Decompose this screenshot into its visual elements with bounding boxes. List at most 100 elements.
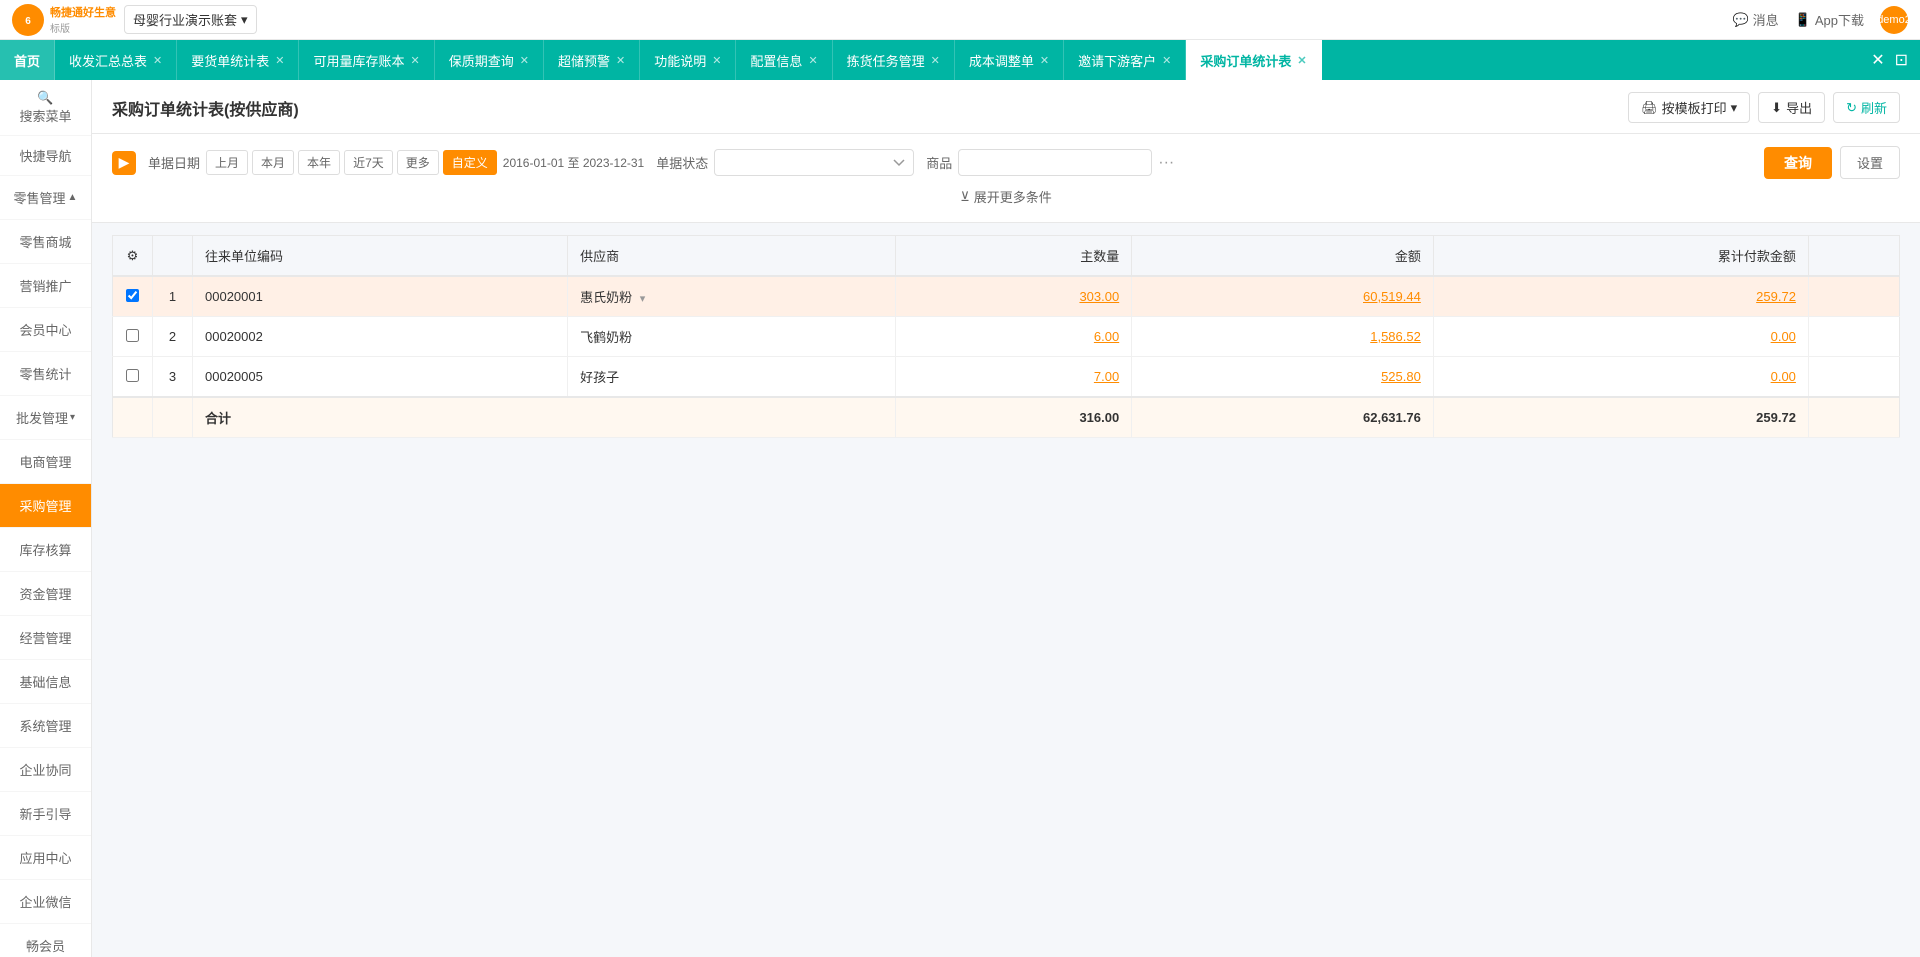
sidebar-item-jichuxinxi[interactable]: 基础信息 <box>0 660 91 704</box>
date-btn-this-month[interactable]: 本月 <box>252 150 294 175</box>
tab-baobaoqixianchaxun[interactable]: 保质期查询 ✕ <box>435 40 544 80</box>
filter-toggle-button[interactable]: ▶ <box>112 151 136 175</box>
query-button[interactable]: 查询 <box>1764 147 1832 179</box>
sidebar-item-yingyongzhongxin[interactable]: 应用中心 <box>0 836 91 880</box>
tab-peihuorenwuguanli[interactable]: 拣货任务管理 ✕ <box>833 40 955 80</box>
row-checkbox[interactable] <box>113 317 153 357</box>
date-btn-7days[interactable]: 近7天 <box>344 150 393 175</box>
app-download-button[interactable]: 📱 App下载 <box>1795 10 1864 29</box>
print-button[interactable]: 🖨 按模板打印 ▾ <box>1628 92 1750 123</box>
sidebar: 🔍 搜索菜单 快捷导航 零售管理 ▲ 零售商城 营销推广 会员中心 零售统计 批… <box>0 80 92 957</box>
export-button[interactable]: ⬇ 导出 <box>1758 92 1825 123</box>
row-quantity[interactable]: 7.00 <box>896 357 1132 398</box>
settings-icon[interactable]: ⚙ <box>127 248 139 263</box>
sidebar-item-xinshoudaoru[interactable]: 新手引导 <box>0 792 91 836</box>
row-code: 00020002 <box>193 317 568 357</box>
tab-chaochuyujing[interactable]: 超储预警 ✕ <box>544 40 640 80</box>
close-icon[interactable]: ✕ <box>712 54 721 67</box>
sidebar-item-pifaguanli[interactable]: 批发管理 ▾ <box>0 396 91 440</box>
sidebar-item-yingxiaotuiguang[interactable]: 营销推广 <box>0 264 91 308</box>
sidebar-item-dianguanli[interactable]: 电商管理 <box>0 440 91 484</box>
message-button[interactable]: 💬 消息 <box>1732 10 1778 29</box>
close-icon[interactable]: ✕ <box>1297 54 1306 67</box>
table-row[interactable]: 2 00020002 飞鹤奶粉 6.00 1,586.52 0.00 <box>113 317 1900 357</box>
row-checkbox[interactable] <box>113 276 153 317</box>
avatar[interactable]: demo2 <box>1880 6 1908 34</box>
date-btn-last-month[interactable]: 上月 <box>206 150 248 175</box>
sidebar-quicknav[interactable]: 快捷导航 <box>0 136 91 176</box>
close-icon[interactable]: ✕ <box>1040 54 1049 67</box>
page-title: 采购订单统计表(按供应商) <box>112 96 299 120</box>
sidebar-item-zijinguanli[interactable]: 资金管理 <box>0 572 91 616</box>
close-icon[interactable]: ✕ <box>411 54 420 67</box>
date-btn-this-year[interactable]: 本年 <box>298 150 340 175</box>
sidebar-item-lingshoutongji[interactable]: 零售统计 <box>0 352 91 396</box>
close-icon[interactable]: ✕ <box>275 54 284 67</box>
filter-settings-button[interactable]: 设置 <box>1840 146 1900 179</box>
sidebar-item-changhuyuan[interactable]: 畅会员 <box>0 924 91 957</box>
sidebar-search[interactable]: 🔍 搜索菜单 <box>0 80 91 136</box>
sidebar-item-huiyuanzhongxin[interactable]: 会员中心 <box>0 308 91 352</box>
col-paid-amount: 累计付款金额 <box>1433 236 1808 277</box>
content-area: 采购订单统计表(按供应商) 🖨 按模板打印 ▾ ⬇ 导出 ↻ 刷新 <box>92 80 1920 957</box>
tab-keyoliangkucunzhangben[interactable]: 可用量库存账本 ✕ <box>299 40 434 80</box>
status-select[interactable] <box>714 149 914 176</box>
tab-home[interactable]: 首页 <box>0 40 55 80</box>
sidebar-item-kucunhesuan[interactable]: 库存核算 <box>0 528 91 572</box>
sidebar-item-qiyeweixin[interactable]: 企业微信 <box>0 880 91 924</box>
expand-more-button[interactable]: ⊻ 展开更多条件 <box>960 187 1052 206</box>
tab-caigoutongjibiao[interactable]: 采购订单统计表 ✕ <box>1186 40 1321 80</box>
chevron-down-icon: ▾ <box>70 412 75 423</box>
close-icon[interactable]: ✕ <box>931 54 940 67</box>
export-icon: ⬇ <box>1771 100 1782 116</box>
row-checkbox-input[interactable] <box>126 329 139 342</box>
close-icon[interactable]: ✕ <box>520 54 529 67</box>
col-index <box>153 236 193 277</box>
date-filter-label: 单据日期 <box>148 153 200 172</box>
tab-chengbentiaozhen[interactable]: 成本调整单 ✕ <box>955 40 1064 80</box>
sidebar-item-xitongguanli[interactable]: 系统管理 <box>0 704 91 748</box>
row-paid-amount[interactable]: 259.72 <box>1433 276 1808 317</box>
row-paid-amount[interactable]: 0.00 <box>1433 317 1808 357</box>
more-options-icon[interactable]: ··· <box>1158 154 1174 172</box>
col-settings[interactable]: ⚙ <box>113 236 153 277</box>
row-checkbox-input[interactable] <box>126 289 139 302</box>
row-supplier: 好孩子 <box>568 357 896 398</box>
refresh-icon: ↻ <box>1846 100 1857 116</box>
tab-yaoqingxialyoukehudian[interactable]: 邀请下游客户 ✕ <box>1064 40 1186 80</box>
goods-input[interactable] <box>958 149 1152 176</box>
close-icon[interactable]: ✕ <box>153 54 162 67</box>
close-icon[interactable]: ✕ <box>1162 54 1171 67</box>
close-icon[interactable]: ✕ <box>808 54 817 67</box>
workspace-selector[interactable]: 母婴行业演示账套 ▾ <box>124 5 257 34</box>
tab-shoufahuizongshibiao[interactable]: 收发汇总总表 ✕ <box>55 40 177 80</box>
row-amount[interactable]: 525.80 <box>1132 357 1434 398</box>
close-icon[interactable]: ✕ <box>616 54 625 67</box>
date-btn-custom[interactable]: 自定义 <box>443 150 497 175</box>
close-window-icon[interactable]: ✕ <box>1867 46 1888 74</box>
sidebar-item-lingshouguan[interactable]: 零售管理 ▲ <box>0 176 91 220</box>
sidebar-item-qiyexietong[interactable]: 企业协同 <box>0 748 91 792</box>
table-row[interactable]: 1 00020001 惠氏奶粉 ▾ 303.00 60,519.44 259.7… <box>113 276 1900 317</box>
expand-window-icon[interactable]: ⊡ <box>1891 46 1912 74</box>
row-quantity[interactable]: 303.00 <box>896 276 1132 317</box>
logo-icon: 6 <box>12 4 44 36</box>
footer-paid-amount: 259.72 <box>1433 397 1808 438</box>
row-checkbox[interactable] <box>113 357 153 398</box>
nav-right-buttons: ✕ ⊡ <box>1867 46 1920 74</box>
sidebar-item-jingguangli[interactable]: 经营管理 <box>0 616 91 660</box>
row-checkbox-input[interactable] <box>126 369 139 382</box>
refresh-button[interactable]: ↻ 刷新 <box>1833 92 1900 123</box>
sidebar-item-caigouguanli[interactable]: 采购管理 <box>0 484 91 528</box>
tab-gongnengshuo[interactable]: 功能说明 ✕ <box>640 40 736 80</box>
row-amount[interactable]: 60,519.44 <box>1132 276 1434 317</box>
row-quantity[interactable]: 6.00 <box>896 317 1132 357</box>
tab-yaohuodantongjibiao[interactable]: 要货单统计表 ✕ <box>177 40 299 80</box>
table-row[interactable]: 3 00020005 好孩子 7.00 525.80 0.00 <box>113 357 1900 398</box>
header-actions: 🖨 按模板打印 ▾ ⬇ 导出 ↻ 刷新 <box>1628 92 1900 123</box>
tab-peizixinxi[interactable]: 配置信息 ✕ <box>736 40 832 80</box>
row-amount[interactable]: 1,586.52 <box>1132 317 1434 357</box>
sidebar-item-lingshougshangcheng[interactable]: 零售商城 <box>0 220 91 264</box>
row-paid-amount[interactable]: 0.00 <box>1433 357 1808 398</box>
date-btn-more[interactable]: 更多 <box>397 150 439 175</box>
